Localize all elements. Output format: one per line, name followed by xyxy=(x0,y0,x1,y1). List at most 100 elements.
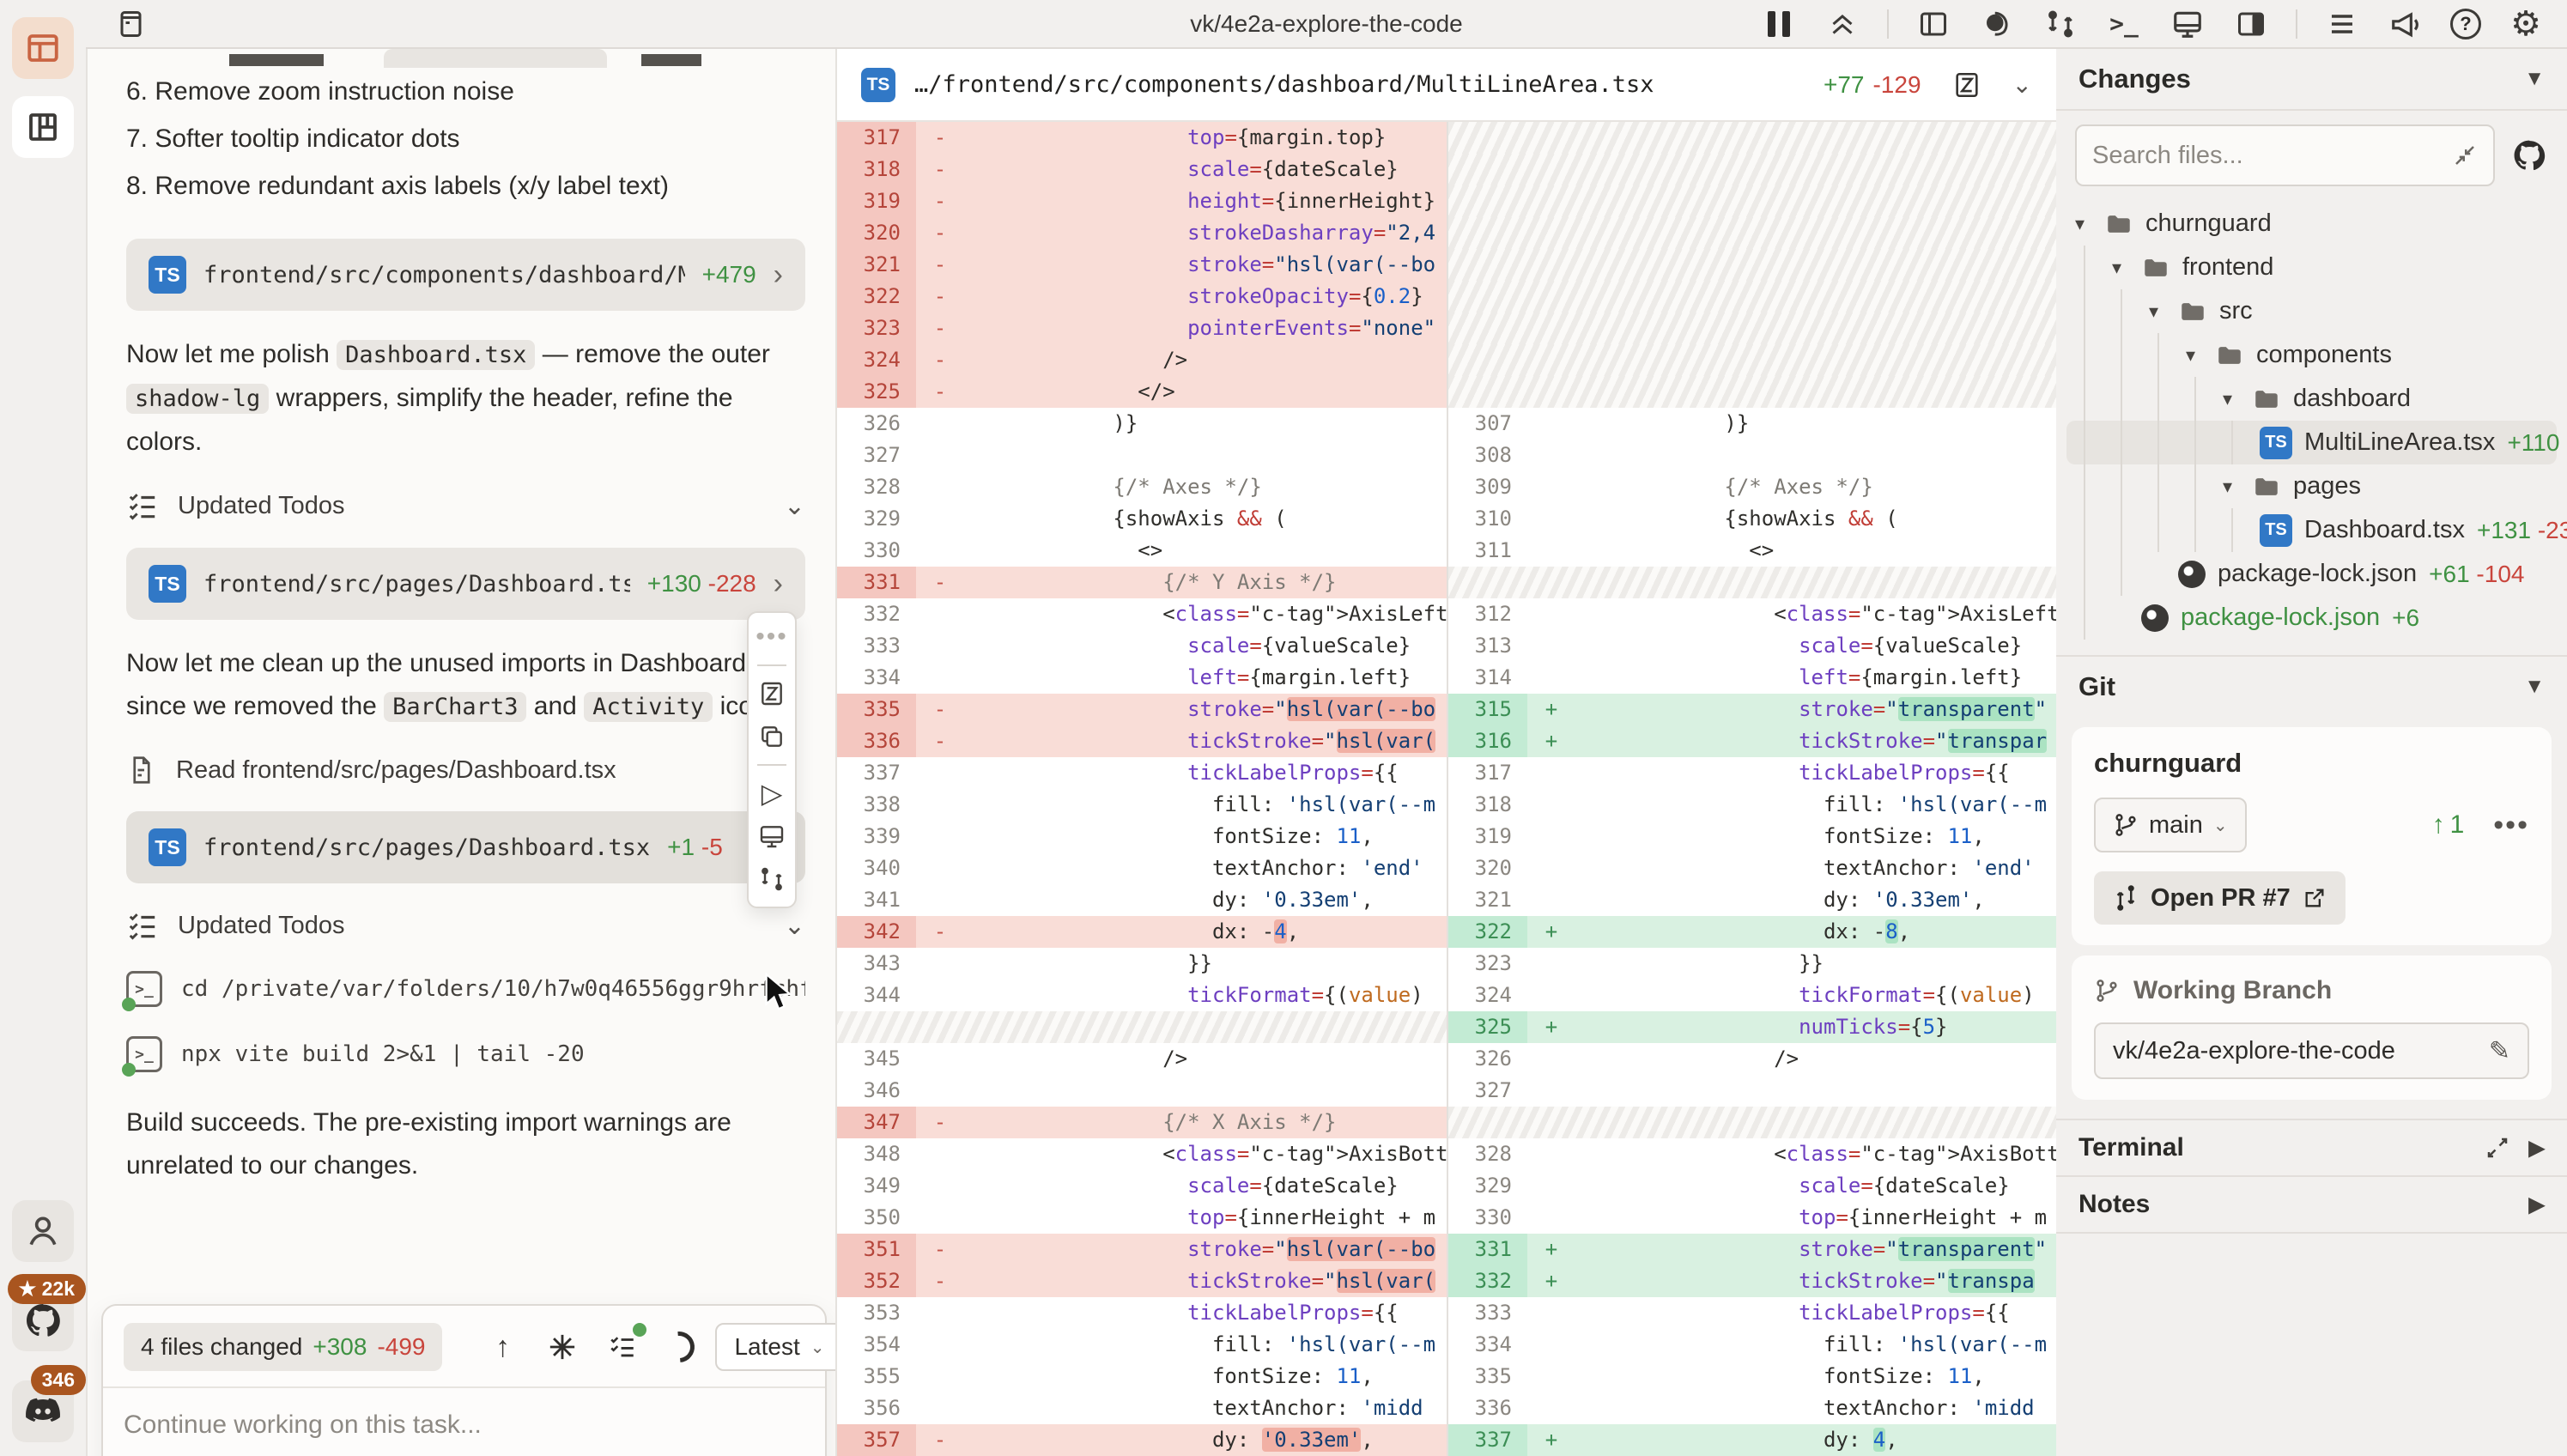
tree-item-package-lock.json[interactable]: package-lock.json+6 xyxy=(2066,596,2557,640)
diff-row[interactable]: 345 />326 /> xyxy=(837,1043,2056,1075)
diff-row[interactable]: 320- strokeDasharray="2,4 xyxy=(837,217,2056,249)
diff-row[interactable]: 339 fontSize: 11,319 fontSize: 11, xyxy=(837,821,2056,852)
tree-expand-caret[interactable]: ▾ xyxy=(2149,300,2178,323)
diff-row[interactable]: 356 textAnchor: 'midd336 textAnchor: 'mi… xyxy=(837,1392,2056,1424)
section-expand-caret[interactable]: ▶ xyxy=(2529,1192,2545,1217)
pause-icon[interactable] xyxy=(1760,5,1798,43)
section-collapse-caret[interactable]: ▼ xyxy=(2524,675,2545,699)
latest-dropdown[interactable]: Latest⌄ xyxy=(715,1323,837,1371)
search-files-input[interactable]: Search files... xyxy=(2075,124,2495,186)
git-compare-icon[interactable] xyxy=(756,864,787,895)
tree-expand-caret[interactable]: ▾ xyxy=(2223,388,2252,410)
collapse-tree-icon[interactable] xyxy=(2452,143,2478,168)
changes-section-header[interactable]: Changes ▼ xyxy=(2056,49,2567,109)
diff-row[interactable]: 354 fill: 'hsl(var(--m334 fill: 'hsl(var… xyxy=(837,1329,2056,1361)
more-options-icon[interactable]: ••• xyxy=(756,622,787,652)
diff-row[interactable]: 336- tickStroke="hsl(var(316+ tickStroke… xyxy=(837,725,2056,757)
diff-row[interactable]: 355 fontSize: 11,335 fontSize: 11, xyxy=(837,1361,2056,1392)
file-diff-chip[interactable]: TS frontend/src/pages/Dashboard.tsx +1 -… xyxy=(126,811,805,883)
diff-row[interactable]: 351- stroke="hsl(var(--bo331+ stroke="tr… xyxy=(837,1234,2056,1265)
diff-row[interactable]: 348 <class="c-tag">AxisBottom328 <class=… xyxy=(837,1138,2056,1170)
diff-row[interactable]: 350 top={innerHeight + m330 top={innerHe… xyxy=(837,1202,2056,1234)
branch-dropdown[interactable]: main⌄ xyxy=(2094,798,2247,852)
contrast-icon[interactable] xyxy=(1978,5,2016,43)
monitor-icon[interactable] xyxy=(2169,5,2206,43)
megaphone-icon[interactable] xyxy=(2387,5,2424,43)
diff-row[interactable]: 349 scale={dateScale}329 scale={dateScal… xyxy=(837,1170,2056,1202)
tree-item-components[interactable]: ▾components xyxy=(2066,333,2557,377)
diff-stamp-icon[interactable] xyxy=(756,678,787,709)
diff-row[interactable]: 326 )}307 )} xyxy=(837,408,2056,440)
terminal-section-header[interactable]: Terminal ▶ xyxy=(2056,1120,2567,1175)
diff-row[interactable]: 318- scale={dateScale} xyxy=(837,154,2056,185)
diff-row[interactable]: 325- </> xyxy=(837,376,2056,408)
updated-todos-toggle[interactable]: Updated Todos ⌄ xyxy=(126,489,805,522)
play-icon[interactable]: ▷ xyxy=(756,778,787,809)
terminal-command-item[interactable]: >_ cd /private/var/folders/10/h7w0q46556… xyxy=(126,971,805,1007)
file-diff-chip[interactable]: TS frontend/src/components/dashboard/Mul… xyxy=(126,239,805,311)
diff-row[interactable]: 333 scale={valueScale}313 scale={valueSc… xyxy=(837,630,2056,662)
diff-row[interactable]: 332 <class="c-tag">AxisLeft312 <class="c… xyxy=(837,598,2056,630)
section-collapse-caret[interactable]: ▼ xyxy=(2524,67,2545,91)
panel-right-filled-icon[interactable] xyxy=(2232,5,2270,43)
diff-row[interactable]: 343 }}323 }} xyxy=(837,948,2056,980)
tree-item-src[interactable]: ▾src xyxy=(2066,289,2557,333)
settings-gear-icon[interactable]: ⚙ xyxy=(2507,5,2545,43)
github-button[interactable]: ★ 22k xyxy=(12,1289,74,1351)
diff-row[interactable]: 322- strokeOpacity={0.2} xyxy=(837,281,2056,312)
menu-icon[interactable] xyxy=(2323,5,2361,43)
tree-item-frontend[interactable]: ▾frontend xyxy=(2066,246,2557,289)
working-branch-input[interactable]: vk/4e2a-explore-the-code ✎ xyxy=(2094,1022,2529,1079)
diff-row[interactable]: 335- stroke="hsl(var(--bo315+ stroke="tr… xyxy=(837,694,2056,725)
diff-row[interactable]: 353 tickLabelProps={{333 tickLabelProps=… xyxy=(837,1297,2056,1329)
diff-row[interactable]: 344 tickFormat={(value)324 tickFormat={(… xyxy=(837,980,2056,1011)
diff-row[interactable]: 340 textAnchor: 'end'320 textAnchor: 'en… xyxy=(837,852,2056,884)
kanban-view-button[interactable] xyxy=(12,96,74,158)
collapse-chevron-icon[interactable]: ⌄ xyxy=(2012,70,2032,99)
diff-row[interactable]: 324- /> xyxy=(837,344,2056,376)
diff-rows[interactable]: 317- top={margin.top}318- scale={dateSca… xyxy=(837,122,2056,1456)
read-file-item[interactable]: Read frontend/src/pages/Dashboard.tsx xyxy=(126,755,805,786)
tree-expand-caret[interactable]: ▾ xyxy=(2186,344,2215,367)
message-input[interactable]: Continue working on this task... xyxy=(124,1410,804,1440)
diff-row[interactable]: 330 <>311 <> xyxy=(837,535,2056,567)
updated-todos-toggle[interactable]: Updated Todos ⌄ xyxy=(126,909,805,942)
tree-item-churnguard[interactable]: ▾churnguard xyxy=(2066,202,2557,246)
git-compare-icon[interactable] xyxy=(2042,5,2079,43)
terminal-command-item[interactable]: >_ npx vite build 2>&1 | tail -20 xyxy=(126,1036,805,1072)
open-pr-button[interactable]: Open PR #7 xyxy=(2094,871,2345,925)
terminal-icon[interactable]: >_ xyxy=(2105,5,2143,43)
github-cat-icon[interactable] xyxy=(2510,136,2548,174)
file-diff-chip[interactable]: TS frontend/src/pages/Dashboard.tsx +130… xyxy=(126,548,805,620)
diff-row[interactable]: 317- top={margin.top} xyxy=(837,122,2056,154)
notes-section-header[interactable]: Notes ▶ xyxy=(2056,1177,2567,1232)
diff-row[interactable]: 323- pointerEvents="none" xyxy=(837,312,2056,344)
commits-ahead[interactable]: ↑ 1 xyxy=(2432,810,2465,840)
scroll-up-icon[interactable]: ↑ xyxy=(483,1328,521,1366)
diff-row[interactable]: 327308 xyxy=(837,440,2056,471)
tree-expand-caret[interactable]: ▾ xyxy=(2112,257,2141,279)
tree-item-pages[interactable]: ▾pages xyxy=(2066,464,2557,508)
files-changed-chip[interactable]: 4 files changed +308 -499 xyxy=(124,1323,442,1371)
copy-icon[interactable] xyxy=(756,721,787,752)
double-chevron-up-icon[interactable] xyxy=(1824,5,1861,43)
tree-expand-caret[interactable]: ▾ xyxy=(2075,213,2104,235)
tree-item-dashboard[interactable]: ▾dashboard xyxy=(2066,377,2557,421)
diff-row[interactable]: 342- dx: -4,322+ dx: -8, xyxy=(837,916,2056,948)
diff-row[interactable]: 337 tickLabelProps={{317 tickLabelProps=… xyxy=(837,757,2056,789)
tree-item-Dashboard.tsx[interactable]: TSDashboard.tsx+131 -233 xyxy=(2066,508,2557,552)
edit-pencil-icon[interactable]: ✎ xyxy=(2489,1036,2510,1066)
diff-row[interactable]: 325+ numTicks={5} xyxy=(837,1011,2056,1043)
layout-view-button[interactable] xyxy=(12,17,74,79)
git-section-header[interactable]: Git ▼ xyxy=(2056,657,2567,717)
diff-row[interactable]: 357- dy: '0.33em',337+ dy: 4, xyxy=(837,1424,2056,1456)
diff-row[interactable]: 331- {/* Y Axis */} xyxy=(837,567,2056,598)
diff-row[interactable]: 347- {/* X Axis */} xyxy=(837,1107,2056,1138)
more-options-icon[interactable]: ••• xyxy=(2493,809,2529,842)
diff-row[interactable]: 352- tickStroke="hsl(var(332+ tickStroke… xyxy=(837,1265,2056,1297)
panel-left-icon[interactable] xyxy=(1915,5,1952,43)
section-expand-caret[interactable]: ▶ xyxy=(2529,1136,2545,1161)
todos-status-icon[interactable] xyxy=(604,1328,641,1366)
diff-view-icon[interactable] xyxy=(1952,70,1981,100)
monitor-icon[interactable] xyxy=(756,821,787,852)
